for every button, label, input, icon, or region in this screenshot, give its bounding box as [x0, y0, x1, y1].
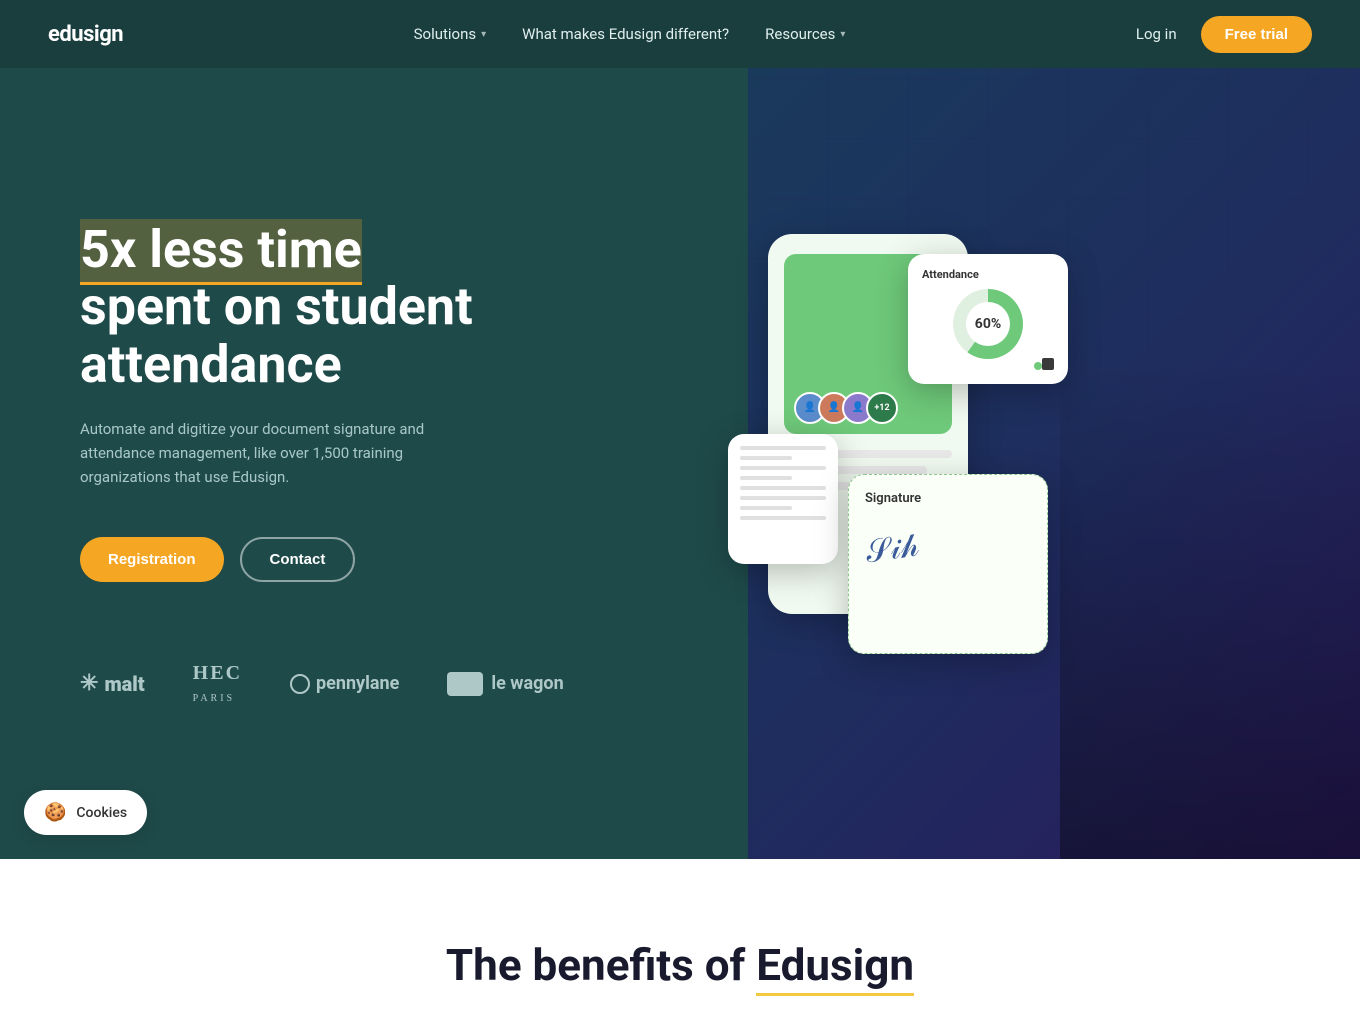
- free-trial-button[interactable]: Free trial: [1201, 16, 1312, 53]
- nav-solutions[interactable]: Solutions ▾: [414, 25, 487, 43]
- attendance-indicator: [1042, 358, 1054, 370]
- hero-headline: 5x less time spent on student attendance: [80, 221, 688, 393]
- registration-button[interactable]: Registration: [80, 537, 224, 582]
- signature-swoosh: 𝒮𝒾𝒽: [863, 510, 1033, 571]
- attendance-title: Attendance: [922, 268, 1054, 281]
- malt-asterisk-icon: ✳: [80, 671, 98, 696]
- headline-line1: 5x less time: [80, 219, 362, 285]
- document-card: [728, 434, 838, 564]
- doc-line-6: [740, 496, 826, 500]
- logos-strip: ✳ malt HECPARIS pennylane le wagon: [80, 662, 688, 706]
- hero-right: 👤 👤 👤 +12 Attendance 60%: [748, 68, 1360, 859]
- cookie-icon: 🍪: [44, 802, 66, 823]
- navbar: edusign Solutions ▾ What makes Edusign d…: [0, 0, 1360, 68]
- contact-button[interactable]: Contact: [240, 537, 356, 582]
- pennylane-logo: pennylane: [290, 673, 399, 694]
- cookies-bar[interactable]: 🍪 Cookies: [24, 790, 147, 835]
- doc-line-5: [740, 486, 826, 490]
- hero-left: 5x less time spent on student attendance…: [0, 68, 748, 859]
- doc-line-8: [740, 516, 826, 520]
- avatars-group: 👤 👤 👤 +12: [794, 392, 898, 424]
- hero-subtext: Automate and digitize your document sign…: [80, 417, 440, 489]
- benefits-title: The benefits of Edusign: [48, 939, 1312, 991]
- doc-line-2: [740, 456, 792, 460]
- hec-logo: HECPARIS: [193, 662, 242, 706]
- avatars-more: +12: [866, 392, 898, 424]
- chevron-down-icon: ▾: [840, 29, 845, 40]
- logo[interactable]: edusign: [48, 22, 123, 47]
- hero-buttons: Registration Contact: [80, 537, 688, 582]
- doc-line-3: [740, 466, 826, 470]
- nav-center: Solutions ▾ What makes Edusign different…: [414, 25, 846, 43]
- attendance-card: Attendance 60%: [908, 254, 1068, 384]
- attendance-dot: [1034, 362, 1042, 370]
- signature-card: Signature 𝒮𝒾𝒽: [848, 474, 1048, 654]
- cookies-label: Cookies: [76, 805, 127, 821]
- attendance-chart: 60%: [953, 289, 1023, 359]
- hero-section: 5x less time spent on student attendance…: [0, 0, 1360, 859]
- doc-line-4: [740, 476, 792, 480]
- doc-line-1: [740, 446, 826, 450]
- lewagon-logo: le wagon: [447, 672, 563, 696]
- nav-resources[interactable]: Resources ▾: [765, 25, 845, 43]
- pennylane-icon: [290, 674, 310, 694]
- doc-line-7: [740, 506, 792, 510]
- chevron-down-icon: ▾: [481, 29, 486, 40]
- signature-label: Signature: [865, 491, 1031, 506]
- lewagon-icon: [447, 672, 483, 696]
- nav-right: Log in Free trial: [1136, 16, 1312, 53]
- benefits-highlight: Edusign: [756, 939, 914, 996]
- doc-lines: [740, 446, 826, 520]
- headline-line3: attendance: [80, 334, 342, 395]
- headline-line2: spent on student: [80, 276, 473, 337]
- attendance-percent: 60%: [975, 316, 1001, 332]
- hero-cards: 👤 👤 👤 +12 Attendance 60%: [688, 214, 1108, 714]
- malt-logo: ✳ malt: [80, 671, 145, 696]
- benefits-section: The benefits of Edusign: [0, 859, 1360, 1031]
- nav-different[interactable]: What makes Edusign different?: [522, 25, 729, 43]
- login-link[interactable]: Log in: [1136, 25, 1177, 43]
